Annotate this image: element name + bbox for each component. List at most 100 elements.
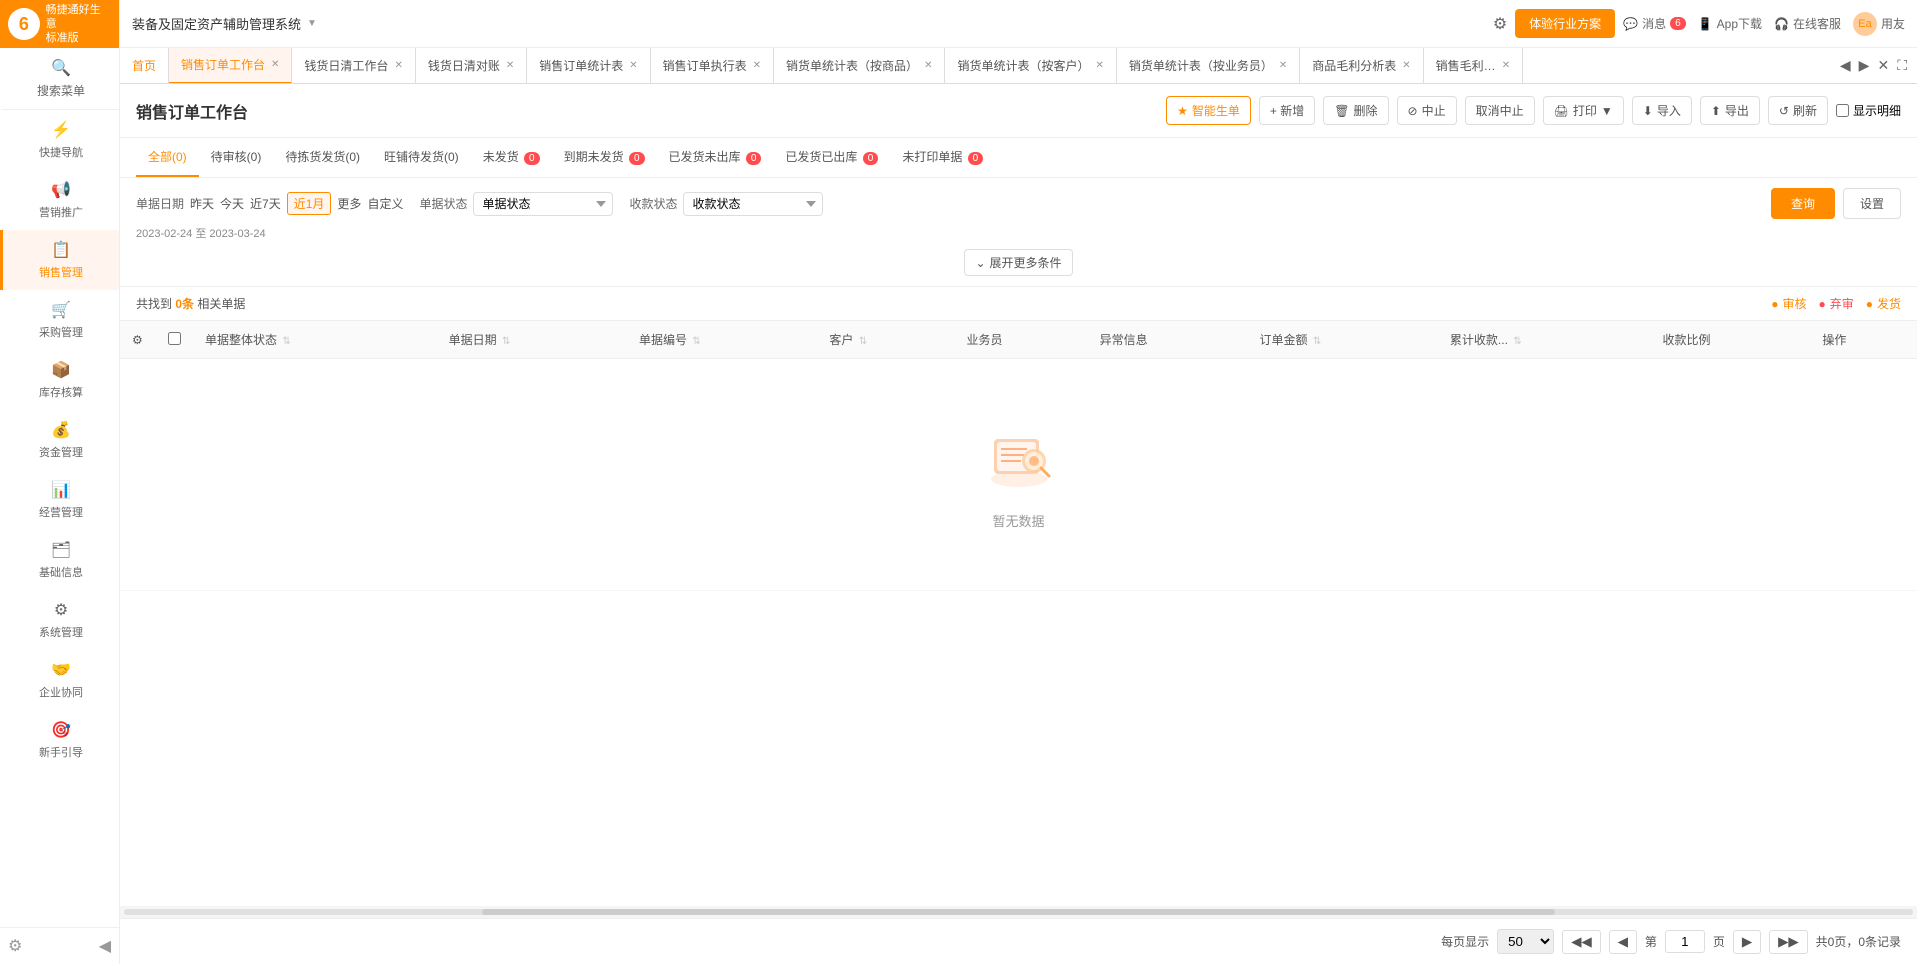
tab-close-icon[interactable]: ✕ <box>1402 60 1410 71</box>
topbar-settings-icon[interactable]: ⚙ <box>1493 14 1507 34</box>
sidebar-item-system[interactable]: ⚙ 系统管理 <box>0 590 119 650</box>
tab-next-btn[interactable]: ▶ <box>1857 55 1872 76</box>
payment-select[interactable]: 收款状态 <box>683 192 823 216</box>
industry-btn[interactable]: 体验行业方案 <box>1515 9 1615 38</box>
date-yesterday[interactable]: 昨天 <box>190 195 214 212</box>
stop-btn[interactable]: ⊘ 中止 <box>1397 96 1457 125</box>
tab-close-icon[interactable]: ✕ <box>394 60 402 71</box>
sub-tab-wangpu[interactable]: 旺铺待发货(0) <box>372 138 471 177</box>
col-status[interactable]: 单据整体状态 ⇅ <box>193 321 437 359</box>
tab-home[interactable]: 首页 <box>120 48 169 84</box>
prev-page-btn[interactable]: ◀ <box>1609 930 1637 954</box>
tab-cash-daily[interactable]: 钱货日清工作台 ✕ <box>292 48 415 84</box>
page-input[interactable] <box>1665 930 1705 953</box>
col-staff[interactable]: 业务员 <box>954 321 1087 359</box>
tab-sales-staff[interactable]: 销货单统计表（按业务员） ✕ <box>1117 48 1300 84</box>
next-page-btn[interactable]: ▶ <box>1733 930 1761 954</box>
online-service-item[interactable]: 🎧 在线客服 <box>1774 15 1841 32</box>
tab-close-icon[interactable]: ✕ <box>1279 60 1287 71</box>
sub-tab-shipped-out[interactable]: 已发货已出库 0 <box>773 138 890 177</box>
tab-close-icon[interactable]: ✕ <box>753 60 761 71</box>
show-detail-checkbox[interactable] <box>1836 104 1849 117</box>
table-body: 暂无数据 <box>120 359 1917 591</box>
print-dropdown-icon[interactable]: ▼ <box>1601 104 1613 118</box>
sub-tab-shipped-not-out[interactable]: 已发货未出库 0 <box>657 138 774 177</box>
new-btn[interactable]: + 新增 <box>1259 96 1315 125</box>
tab-close-icon[interactable]: ✕ <box>629 60 637 71</box>
deliver-action-btn[interactable]: ● 发货 <box>1866 295 1901 312</box>
sidebar-collapse-icon[interactable]: ◀ <box>99 936 111 956</box>
tab-close-all-btn[interactable]: ✕ <box>1875 55 1891 76</box>
last-page-btn[interactable]: ▶▶ <box>1769 930 1808 954</box>
cancel-stop-btn[interactable]: 取消中止 <box>1465 96 1535 125</box>
sub-tab-overdue-ship[interactable]: 到期未发货 0 <box>552 138 657 177</box>
search-btn[interactable]: 查询 <box>1771 188 1835 219</box>
col-number[interactable]: 单据编号 ⇅ <box>627 321 817 359</box>
refresh-btn[interactable]: ↺ 刷新 <box>1768 96 1828 125</box>
tab-prev-btn[interactable]: ◀ <box>1838 55 1853 76</box>
tab-close-icon[interactable]: ✕ <box>1502 60 1510 71</box>
smart-btn[interactable]: ★ 智能生单 <box>1166 96 1251 125</box>
expand-filter-btn[interactable]: ⌄ 展开更多条件 <box>964 249 1072 276</box>
col-settings[interactable]: ⚙ <box>120 321 156 359</box>
import-btn[interactable]: ⬇ 导入 <box>1632 96 1692 125</box>
date-7days[interactable]: 近7天 <box>250 195 281 212</box>
date-1month[interactable]: 近1月 <box>287 192 332 215</box>
tab-sales-workbench[interactable]: 销售订单工作台 ✕ <box>169 48 292 84</box>
setting-btn[interactable]: 设置 <box>1843 188 1901 219</box>
date-more[interactable]: 更多 <box>337 195 361 212</box>
col-checkbox[interactable] <box>156 321 193 359</box>
sidebar-item-ops[interactable]: 📊 经营管理 <box>0 470 119 530</box>
export-btn[interactable]: ⬆ 导出 <box>1700 96 1760 125</box>
sidebar-item-marketing[interactable]: 📢 营销推广 <box>0 170 119 230</box>
sub-tab-not-printed[interactable]: 未打印单据 0 <box>890 138 995 177</box>
sidebar-item-inventory[interactable]: 📦 库存核算 <box>0 350 119 410</box>
tab-sales-margin[interactable]: 销售毛利… ✕ <box>1424 48 1523 84</box>
first-page-btn[interactable]: ◀◀ <box>1562 930 1601 954</box>
sidebar-item-quick[interactable]: ⚡ 快捷导航 <box>0 110 119 170</box>
tab-cash-reconcile[interactable]: 钱货日清对账 ✕ <box>416 48 527 84</box>
dropdown-icon[interactable]: ▼ <box>307 18 317 29</box>
tab-close-icon[interactable]: ✕ <box>506 60 514 71</box>
tab-maximize-btn[interactable]: ⛶ <box>1895 55 1909 76</box>
tab-sales-customer[interactable]: 销货单统计表（按客户） ✕ <box>945 48 1116 84</box>
sub-tab-pending-pick[interactable]: 待拣货发货(0) <box>273 138 372 177</box>
horizontal-scrollbar[interactable] <box>120 906 1917 918</box>
col-amount[interactable]: 订单金额 ⇅ <box>1248 321 1438 359</box>
delete-btn[interactable]: 🗑 删除 <box>1323 96 1388 125</box>
audit-action-btn[interactable]: ● 审核 <box>1771 295 1806 312</box>
date-today[interactable]: 今天 <box>220 195 244 212</box>
col-date[interactable]: 单据日期 ⇅ <box>437 321 627 359</box>
sidebar-item-base[interactable]: 🗂 基础信息 <box>0 530 119 590</box>
col-customer[interactable]: 客户 ⇅ <box>817 321 954 359</box>
sidebar-item-corp[interactable]: 🤝 企业协同 <box>0 650 119 710</box>
sidebar-item-purchase[interactable]: 🛒 采购管理 <box>0 290 119 350</box>
scrollbar-thumb[interactable] <box>482 909 1555 915</box>
sidebar-item-finance[interactable]: 💰 资金管理 <box>0 410 119 470</box>
tab-sales-stats[interactable]: 销售订单统计表 ✕ <box>527 48 650 84</box>
status-select[interactable]: 单据状态 <box>473 192 613 216</box>
per-page-select[interactable]: 50 10 20 100 <box>1497 929 1554 954</box>
app-download-item[interactable]: 📱 App下载 <box>1698 15 1762 32</box>
sidebar-search[interactable]: 🔍 搜索菜单 <box>0 48 119 110</box>
print-btn[interactable]: 🖨 打印 ▼ <box>1543 96 1624 125</box>
tab-close-icon[interactable]: ✕ <box>1095 60 1103 71</box>
sub-tab-pending-audit[interactable]: 待审核(0) <box>199 138 274 177</box>
sub-tab-not-shipped[interactable]: 未发货 0 <box>471 138 552 177</box>
tab-sales-product[interactable]: 销货单统计表（按商品） ✕ <box>774 48 945 84</box>
user-item[interactable]: Ea 用友 <box>1853 12 1905 36</box>
tab-close-icon[interactable]: ✕ <box>271 59 279 70</box>
sidebar-item-guide[interactable]: 🎯 新手引导 <box>0 710 119 770</box>
date-custom[interactable]: 自定义 <box>367 195 403 212</box>
sub-tab-all[interactable]: 全部(0) <box>136 138 199 177</box>
tab-close-icon[interactable]: ✕ <box>924 60 932 71</box>
select-all-checkbox[interactable] <box>168 332 181 345</box>
sidebar-settings-icon[interactable]: ⚙ <box>8 936 22 956</box>
unaudit-action-btn[interactable]: ● 弃审 <box>1818 295 1853 312</box>
message-item[interactable]: 💬 消息 6 <box>1623 15 1686 32</box>
tab-gross-margin[interactable]: 商品毛利分析表 ✕ <box>1300 48 1423 84</box>
show-detail-checkbox-label[interactable]: 显示明细 <box>1836 102 1901 119</box>
col-accumulated[interactable]: 累计收款... ⇅ <box>1438 321 1651 359</box>
tab-sales-exec[interactable]: 销售订单执行表 ✕ <box>651 48 774 84</box>
sidebar-item-sales[interactable]: 📋 销售管理 <box>0 230 119 290</box>
